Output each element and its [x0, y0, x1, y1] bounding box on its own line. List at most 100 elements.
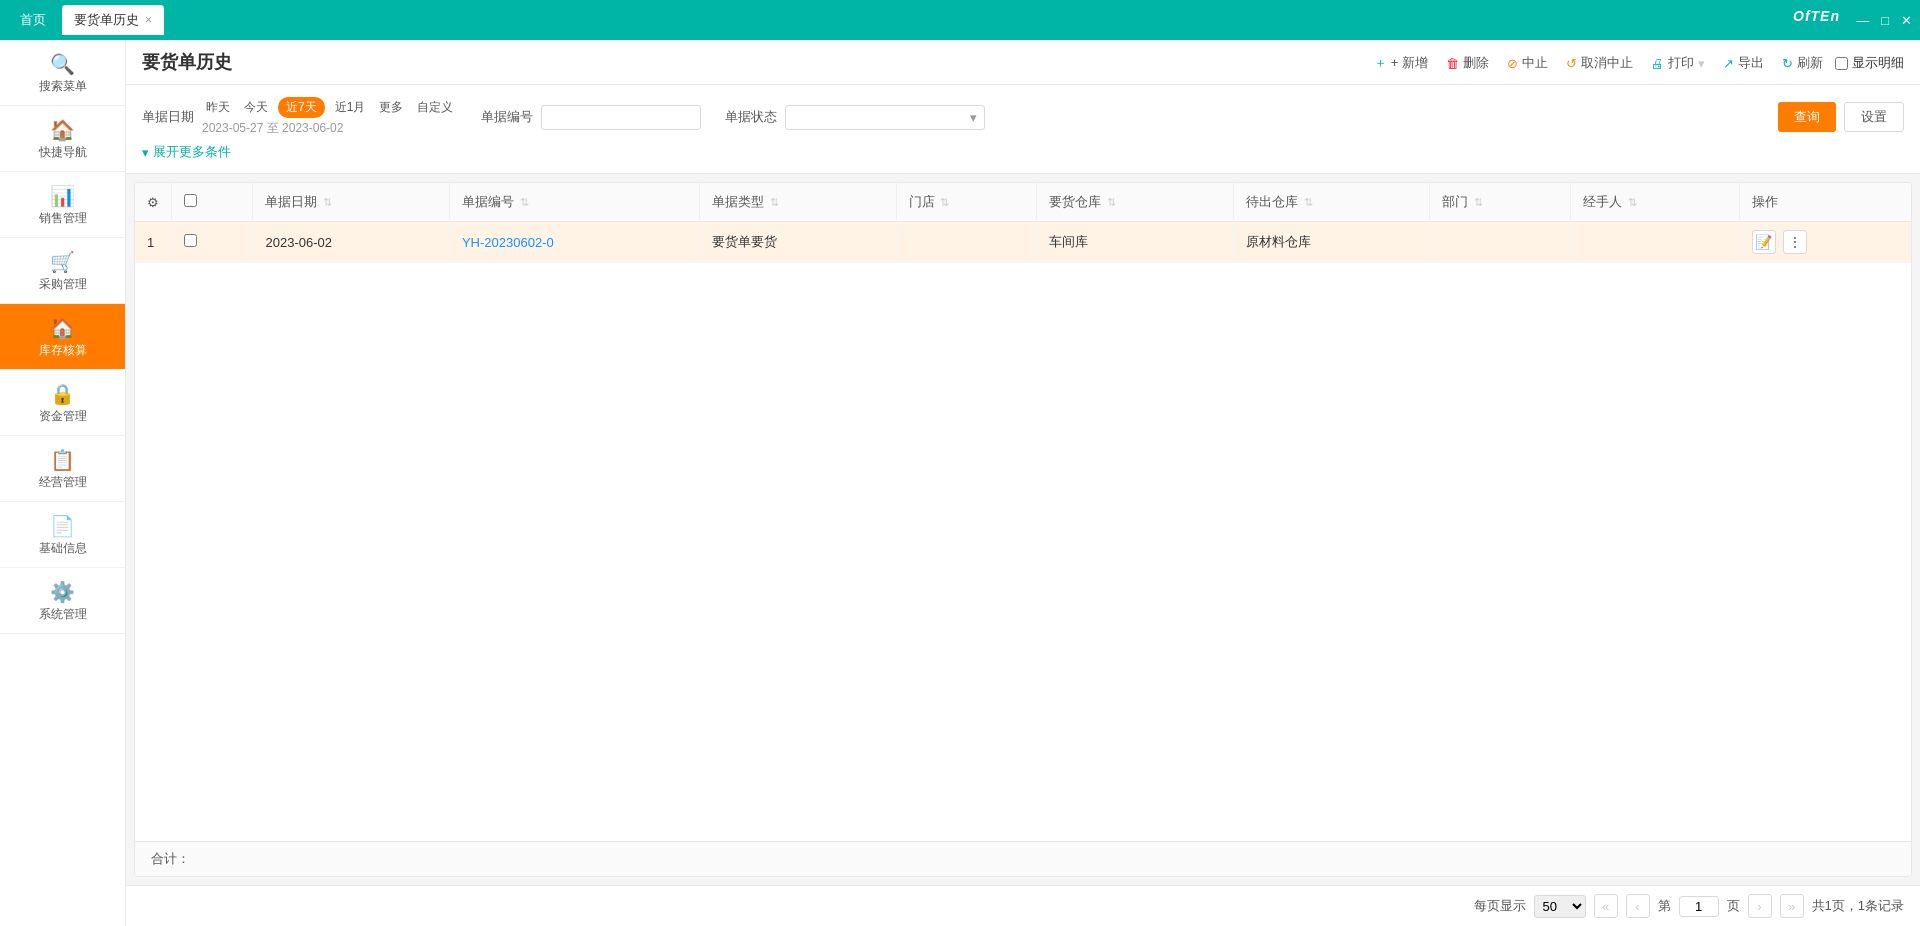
- filter-area: 单据日期 昨天 今天 近7天 近1月 更多 自定义 2023-05-27 至 2…: [126, 85, 1920, 174]
- bill-type-sort-icon[interactable]: ⇅: [770, 196, 779, 208]
- shortcut-custom[interactable]: 自定义: [413, 97, 457, 118]
- tab-active[interactable]: 要货单历史 ×: [62, 5, 164, 35]
- date-range-display: 2023-05-27 至 2023-06-02: [202, 120, 457, 137]
- sidebar-item-label: 资金管理: [39, 408, 87, 425]
- select-all-checkbox[interactable]: [184, 194, 197, 207]
- store-sort-icon[interactable]: ⇅: [940, 196, 949, 208]
- sidebar-item-label: 快捷导航: [39, 144, 87, 161]
- sidebar-item-operations[interactable]: 📋 经营管理: [0, 436, 125, 502]
- status-select-wrapper: ▾: [785, 105, 985, 130]
- expand-more-btn[interactable]: ▾ 展开更多条件: [142, 143, 1904, 161]
- active-tab-label: 要货单历史: [74, 11, 139, 29]
- query-button[interactable]: 查询: [1778, 102, 1836, 132]
- close-btn[interactable]: ✕: [1901, 13, 1912, 28]
- bill-no-filter-group: 单据编号: [481, 105, 701, 130]
- refresh-icon: ↻: [1782, 56, 1793, 71]
- filter-row-1: 单据日期 昨天 今天 近7天 近1月 更多 自定义 2023-05-27 至 2…: [142, 97, 1904, 137]
- shortcut-yesterday[interactable]: 昨天: [202, 97, 234, 118]
- cell-dept: [1430, 222, 1571, 263]
- status-select[interactable]: [785, 105, 985, 130]
- display-detail-checkbox[interactable]: [1835, 57, 1848, 70]
- bill-no-link[interactable]: YH-20230602-0: [462, 235, 554, 250]
- col-store: 门店 ⇅: [896, 183, 1037, 222]
- sidebar-item-label: 经营管理: [39, 474, 87, 491]
- sidebar-item-label: 搜索菜单: [39, 78, 87, 95]
- sidebar-item-system[interactable]: ⚙️ 系统管理: [0, 568, 125, 634]
- bill-no-label: 单据编号: [481, 108, 533, 126]
- date-filter-label: 单据日期: [142, 108, 194, 126]
- settings-col-icon[interactable]: ⚙: [147, 195, 159, 210]
- req-warehouse-sort-icon[interactable]: ⇅: [1107, 196, 1116, 208]
- refresh-button[interactable]: ↻ 刷新: [1776, 50, 1829, 76]
- col-settings[interactable]: ⚙: [135, 183, 172, 222]
- row-more-btn[interactable]: ⋮: [1783, 230, 1807, 254]
- handler-sort-icon[interactable]: ⇅: [1628, 196, 1637, 208]
- brand-logo: OfTEn: [1793, 8, 1840, 24]
- bill-no-input[interactable]: [541, 105, 701, 130]
- table-body: 1 2023-06-02 YH-20230602-0 要货单要货 车间库: [135, 222, 1911, 263]
- tab-home[interactable]: 首页: [8, 5, 58, 35]
- next-page-btn[interactable]: ›: [1748, 894, 1772, 918]
- sidebar-item-inventory[interactable]: 🏠 库存核算: [0, 304, 125, 370]
- data-table: ⚙ 单据日期 ⇅ 单据编号 ⇅: [135, 183, 1911, 263]
- summary-label: 合计：: [151, 850, 190, 868]
- cell-index: 1: [135, 222, 172, 263]
- row-edit-btn[interactable]: 📝: [1752, 230, 1776, 254]
- sidebar-item-sales[interactable]: 📊 销售管理: [0, 172, 125, 238]
- cell-handler: [1571, 222, 1740, 263]
- sidebar-item-purchase[interactable]: 🛒 采购管理: [0, 238, 125, 304]
- search-menu-icon: 🔍: [50, 54, 75, 74]
- export-button[interactable]: ↗ 导出: [1717, 50, 1770, 76]
- page-input[interactable]: [1679, 896, 1719, 917]
- stop-icon: ⊘: [1507, 56, 1518, 71]
- col-bill-no: 单据编号 ⇅: [449, 183, 699, 222]
- shortcut-7days[interactable]: 近7天: [278, 97, 325, 118]
- cell-actions: 📝 ⋮: [1739, 222, 1911, 263]
- shortcut-1month[interactable]: 近1月: [331, 97, 370, 118]
- first-page-btn[interactable]: «: [1594, 894, 1618, 918]
- minimize-btn[interactable]: —: [1856, 13, 1869, 28]
- date-sort-icon[interactable]: ⇅: [323, 196, 332, 208]
- shortcut-today[interactable]: 今天: [240, 97, 272, 118]
- sidebar-item-search-menu[interactable]: 🔍 搜索菜单: [0, 40, 125, 106]
- col-checkbox: [172, 183, 253, 222]
- sales-icon: 📊: [50, 186, 75, 206]
- maximize-btn[interactable]: □: [1881, 13, 1889, 28]
- wait-warehouse-sort-icon[interactable]: ⇅: [1304, 196, 1313, 208]
- total-info: 共1页，1条记录: [1812, 897, 1904, 915]
- col-handler: 经手人 ⇅: [1571, 183, 1740, 222]
- status-filter-group: 单据状态 ▾: [725, 105, 985, 130]
- page-suffix: 页: [1727, 897, 1740, 915]
- per-page-select[interactable]: 50 20 100: [1534, 895, 1586, 918]
- row-checkbox[interactable]: [184, 234, 197, 247]
- dept-sort-icon[interactable]: ⇅: [1474, 196, 1483, 208]
- export-icon: ↗: [1723, 56, 1734, 71]
- date-filter-group: 单据日期 昨天 今天 近7天 近1月 更多 自定义 2023-05-27 至 2…: [142, 97, 457, 137]
- last-page-btn[interactable]: »: [1780, 894, 1804, 918]
- col-req-warehouse: 要货仓库 ⇅: [1037, 183, 1233, 222]
- col-actions: 操作: [1739, 183, 1911, 222]
- sidebar-item-finance[interactable]: 🔒 资金管理: [0, 370, 125, 436]
- display-detail-check[interactable]: 显示明细: [1835, 54, 1904, 72]
- table-scroll[interactable]: ⚙ 单据日期 ⇅ 单据编号 ⇅: [135, 183, 1911, 841]
- home-tab-label: 首页: [20, 11, 46, 29]
- date-shortcuts: 昨天 今天 近7天 近1月 更多 自定义: [202, 97, 457, 118]
- sidebar-item-quick-nav[interactable]: 🏠 快捷导航: [0, 106, 125, 172]
- print-button[interactable]: 🖨 打印 ▾: [1645, 50, 1711, 76]
- sidebar-item-label: 库存核算: [39, 342, 87, 359]
- main-layout: 🔍 搜索菜单 🏠 快捷导航 📊 销售管理 🛒 采购管理 🏠 库存核算 🔒 资金管…: [0, 40, 1920, 926]
- cell-date: 2023-06-02: [253, 222, 449, 263]
- shortcut-more[interactable]: 更多: [375, 97, 407, 118]
- top-bar: 首页 要货单历史 × OfTEn — □ ✕: [0, 0, 1920, 40]
- sidebar-item-basic-info[interactable]: 📄 基础信息: [0, 502, 125, 568]
- stop-button[interactable]: ⊘ 中止: [1501, 50, 1554, 76]
- pagination-bar: 每页显示 50 20 100 « ‹ 第 页 › » 共1页，1条记录: [126, 885, 1920, 926]
- settings-button[interactable]: 设置: [1844, 102, 1904, 132]
- delete-button[interactable]: 🗑 删除: [1440, 50, 1495, 76]
- cell-store: [896, 222, 1037, 263]
- new-button[interactable]: ＋ + 新增: [1368, 50, 1434, 76]
- bill-no-sort-icon[interactable]: ⇅: [520, 196, 529, 208]
- prev-page-btn[interactable]: ‹: [1626, 894, 1650, 918]
- tab-close-icon[interactable]: ×: [145, 13, 152, 27]
- cancel-stop-button[interactable]: ↺ 取消中止: [1560, 50, 1639, 76]
